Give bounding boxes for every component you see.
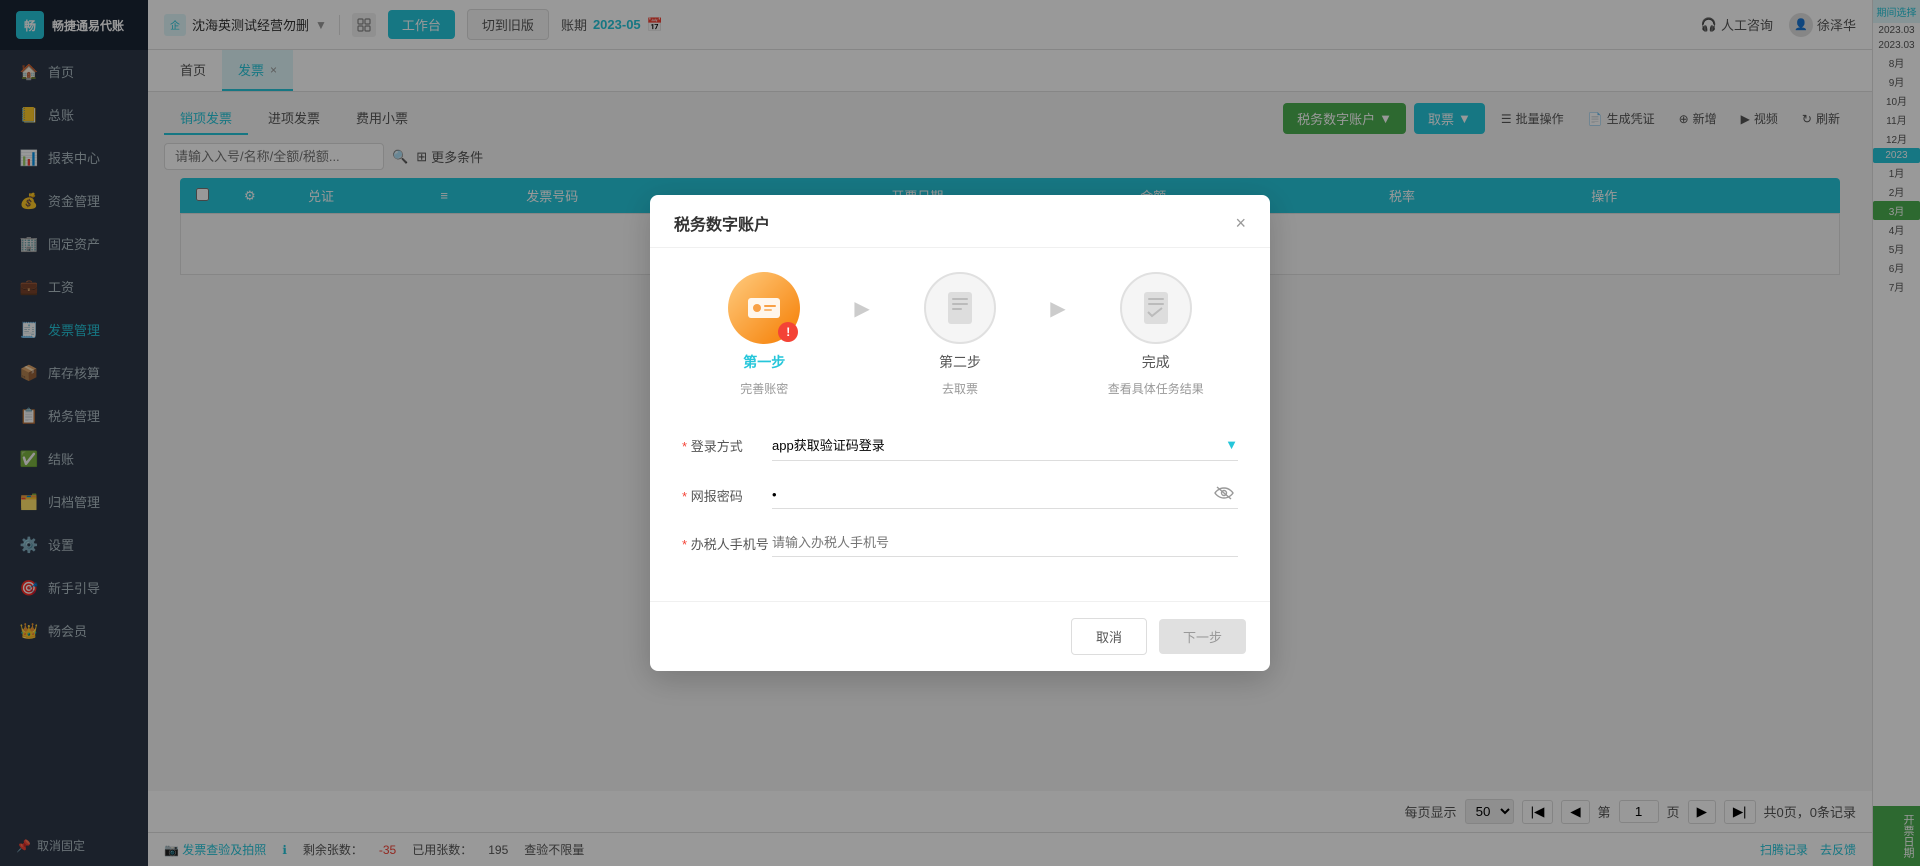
modal-title: 税务数字账户 bbox=[674, 211, 770, 235]
password-toggle-icon[interactable] bbox=[1210, 486, 1238, 503]
form-row-login-method: * 登录方式 app获取验证码登录 ▼ bbox=[682, 429, 1238, 461]
step-arrow-1: ▶ bbox=[854, 272, 869, 321]
modal-steps: ! 第一步 完善账密 ▶ bbox=[674, 272, 1246, 397]
password-label: * 网报密码 bbox=[682, 486, 772, 505]
step3-icon bbox=[1120, 272, 1192, 344]
modal-close-btn[interactable]: × bbox=[1235, 213, 1246, 234]
step2-sublabel: 去取票 bbox=[942, 380, 978, 397]
step2-icon-wrapper bbox=[924, 272, 996, 344]
cancel-button[interactable]: 取消 bbox=[1071, 618, 1147, 655]
form-row-password: * 网报密码 bbox=[682, 481, 1238, 509]
modal-form: * 登录方式 app获取验证码登录 ▼ * 网报密码 bbox=[674, 429, 1246, 557]
modal-body: ! 第一步 完善账密 ▶ bbox=[650, 248, 1270, 601]
form-row-phone: * 办税人手机号 bbox=[682, 529, 1238, 557]
modal-header: 税务数字账户 × bbox=[650, 195, 1270, 248]
phone-input[interactable] bbox=[772, 529, 1238, 557]
tax-digital-modal: 税务数字账户 × bbox=[650, 195, 1270, 671]
modal-footer: 取消 下一步 bbox=[650, 601, 1270, 671]
step3-sublabel: 查看具体任务结果 bbox=[1108, 380, 1204, 397]
step3-icon-wrapper bbox=[1120, 272, 1192, 344]
login-method-label: * 登录方式 bbox=[682, 436, 772, 455]
step2-label: 第二步 bbox=[939, 352, 981, 372]
step-1: ! 第一步 完善账密 bbox=[674, 272, 854, 397]
password-input[interactable] bbox=[772, 481, 1210, 508]
step2-icon bbox=[924, 272, 996, 344]
step1-label: 第一步 bbox=[743, 352, 785, 372]
phone-label: * 办税人手机号 bbox=[682, 534, 772, 553]
step-3: 完成 查看具体任务结果 bbox=[1066, 272, 1246, 397]
password-input-wrapper bbox=[772, 481, 1238, 509]
next-button[interactable]: 下一步 bbox=[1159, 619, 1246, 654]
step1-sublabel: 完善账密 bbox=[740, 380, 788, 397]
login-method-dropdown-icon: ▼ bbox=[1225, 437, 1238, 452]
step1-error-badge: ! bbox=[778, 322, 798, 342]
step1-icon-wrapper: ! bbox=[728, 272, 800, 344]
modal-overlay: 税务数字账户 × bbox=[0, 0, 1920, 866]
step3-label: 完成 bbox=[1142, 352, 1170, 372]
step-arrow-2: ▶ bbox=[1050, 272, 1065, 321]
step-2: 第二步 去取票 bbox=[870, 272, 1050, 397]
login-method-select[interactable]: app获取验证码登录 ▼ bbox=[772, 429, 1238, 461]
